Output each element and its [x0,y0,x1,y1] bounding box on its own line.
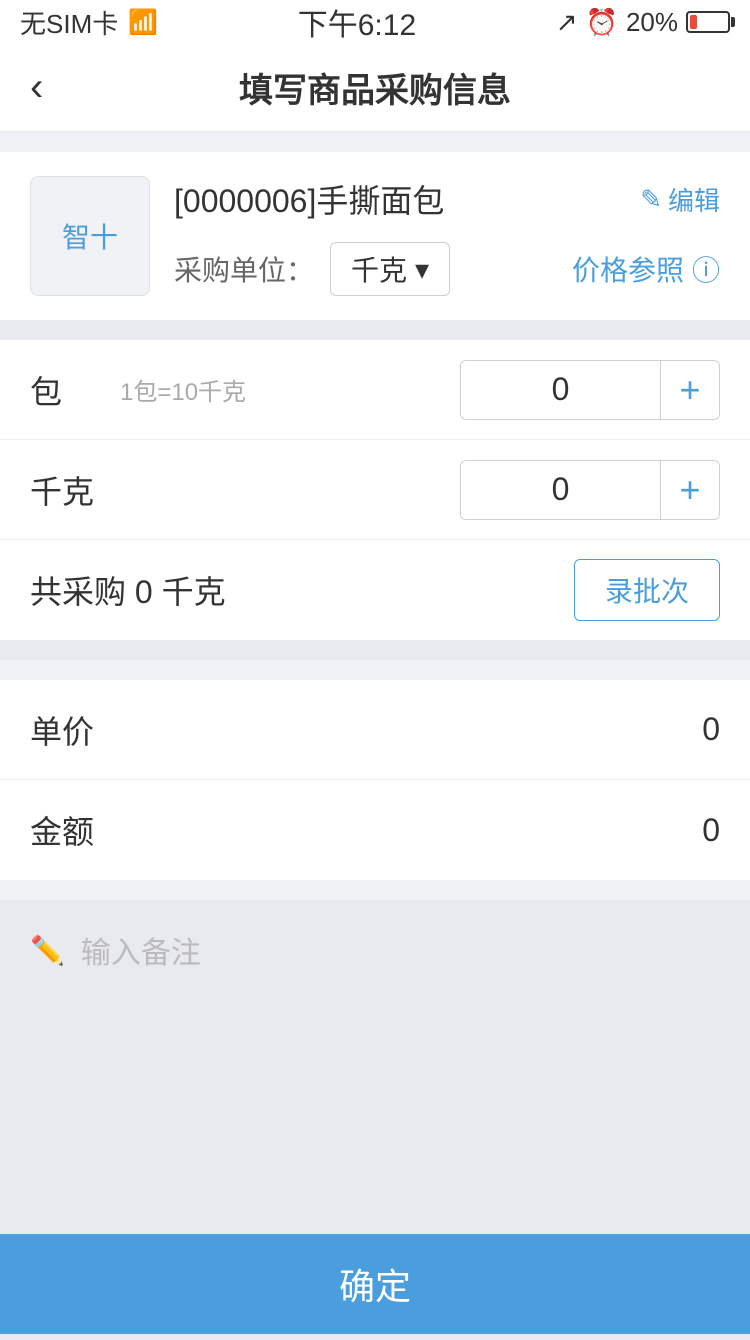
kg-quantity-input[interactable] [460,460,660,520]
unit-price-value: 0 [702,711,720,748]
total-row: 共采购 0 千克 录批次 [0,540,750,640]
nav-bar: ‹ 填写商品采购信息 [0,44,750,132]
remarks-section[interactable]: ✏️ 输入备注 [0,900,750,1000]
location-icon: ↗ [556,7,578,38]
input-section: 包 1包=10千克 + 千克 + [0,340,750,540]
help-icon: ⓘ [692,249,720,289]
amount-label: 金额 [30,807,94,853]
battery-percent: 20% [626,7,678,38]
edit-icon: ✎ [640,184,662,215]
kg-input-row: 千克 + [0,440,750,540]
status-bar: 无SIM卡 📶 下午6:12 ↗ ⏰ 20% [0,0,750,44]
purchase-unit-row: 采购单位： 千克 ▾ 价格参照 ⓘ [174,242,720,296]
bag-sublabel: 1包=10千克 [120,372,246,407]
section-divider-2 [0,640,750,660]
product-name: [0000006]手撕面包 [174,176,444,222]
carrier-label: 无SIM卡 [20,4,118,41]
status-left: 无SIM卡 📶 [20,4,158,41]
amount-row: 金额 0 [0,780,750,880]
price-section: 单价 0 金额 0 [0,680,750,880]
status-right: ↗ ⏰ 20% [556,7,730,38]
alarm-icon: ⏰ [586,7,618,38]
batch-button[interactable]: 录批次 [574,559,720,621]
chevron-down-icon: ▾ [415,253,429,286]
time-display: 下午6:12 [298,0,416,44]
wifi-icon: 📶 [128,8,158,37]
edit-button[interactable]: ✎ 编辑 [640,181,720,218]
amount-value: 0 [702,812,720,849]
product-card: 智十 [0000006]手撕面包 ✎ 编辑 采购单位： 千克 ▾ 价格参照 ⓘ [0,152,750,320]
product-name-row: [0000006]手撕面包 ✎ 编辑 [174,176,720,222]
price-ref-button[interactable]: 价格参照 ⓘ [572,249,720,289]
unit-select[interactable]: 千克 ▾ [330,242,450,296]
total-label: 共采购 0 千克 [30,567,226,613]
remarks-placeholder: 输入备注 [81,928,201,972]
unit-label: 采购单位： [174,249,314,289]
product-thumbnail: 智十 [30,176,150,296]
kg-input-wrap: + [460,460,720,520]
kg-plus-button[interactable]: + [660,460,720,520]
bag-input-wrap: + [460,360,720,420]
bag-quantity-input[interactable] [460,360,660,420]
bag-input-row: 包 1包=10千克 + [0,340,750,440]
kg-label: 千克 [30,467,110,513]
bag-label: 包 [30,367,110,413]
battery-icon [686,11,730,33]
unit-price-label: 单价 [30,707,94,753]
unit-price-row: 单价 0 [0,680,750,780]
section-divider-1 [0,320,750,340]
page-title: 填写商品采购信息 [239,63,511,112]
product-info: [0000006]手撕面包 ✎ 编辑 采购单位： 千克 ▾ 价格参照 ⓘ [174,176,720,296]
pencil-icon: ✏️ [30,934,65,967]
bag-plus-button[interactable]: + [660,360,720,420]
back-button[interactable]: ‹ [30,65,90,110]
confirm-button[interactable]: 确定 [0,1234,750,1334]
